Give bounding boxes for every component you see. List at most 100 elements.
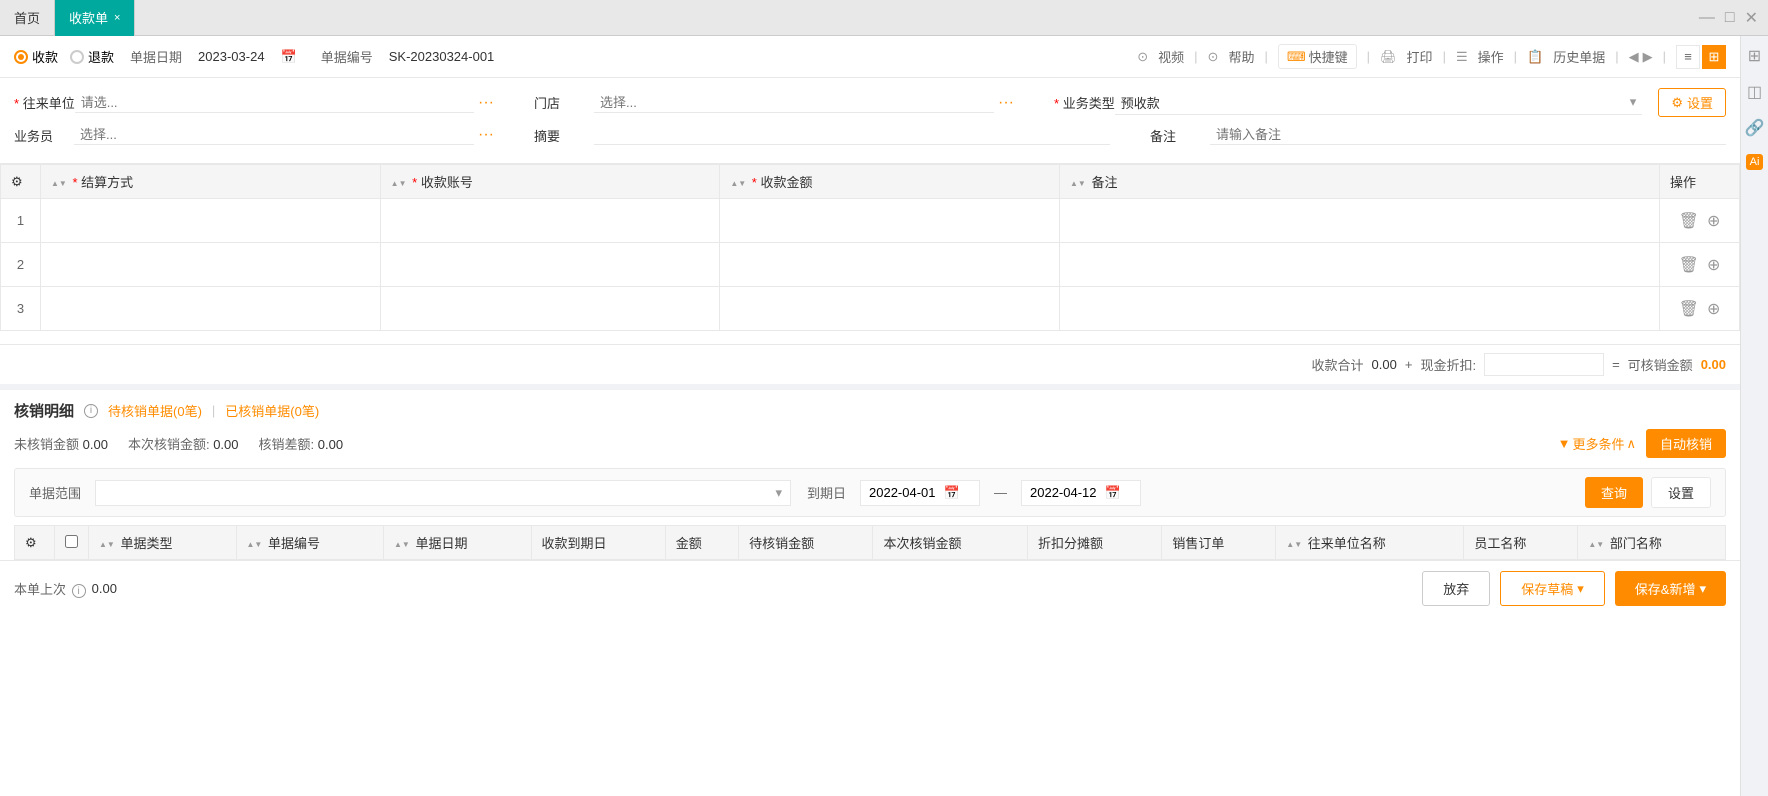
shortcut-btn[interactable]: ⌨ 快捷键 [1278,44,1357,69]
settings-label: 设置 [1687,93,1713,112]
info-icon[interactable]: i [84,404,98,418]
table-head: ⚙ ▲▼ * 结算方式 ▲▼ * 收款账号 ▲▼ * 收款金额 [1,165,1740,199]
plus-sign: + [1405,357,1413,372]
party-field: * 往来单位 ··· [14,93,494,113]
party-more-btn[interactable]: ··· [478,94,494,112]
bt-gear-header[interactable]: ⚙ [15,526,55,560]
sidebar-ai-icon[interactable]: Ai [1746,154,1764,170]
form-section: * 往来单位 ··· 门店 ··· * 业务类型 预收款 [0,78,1740,164]
sidebar-list-icon[interactable]: ◫ [1747,82,1762,102]
tab-active[interactable]: 收款单 × [55,0,135,36]
col-settle-header: ▲▼ * 结算方式 [41,165,381,199]
biz-type-select[interactable]: 预收款 ▾ [1115,91,1643,115]
settings-button[interactable]: ⚙ 设置 [1658,88,1726,117]
row-1-ops: 🗑 ⊕ [1660,199,1740,243]
tab-separator: | [212,403,215,418]
row-2-account[interactable] [380,243,720,287]
grid-view-btn[interactable]: ⊞ [1702,45,1726,69]
staff-input[interactable] [74,125,474,145]
window-controls: — □ ✕ [1699,8,1768,28]
row-1-remark[interactable] [1060,199,1660,243]
date-from-value: 2022-04-01 [869,485,936,500]
footer: 本单上次 i 0.00 放弃 保存草稿 ▾ 保存&新增 ▾ [0,560,1740,616]
stats-row: 未核销金额 0.00 本次核销金额: 0.00 核销差额: 0.00 ▼ 更多条… [14,429,1726,458]
remark-input[interactable] [1210,125,1726,145]
prev-page-icon[interactable]: ◀ [1629,49,1639,65]
row-1-delete-icon[interactable]: 🗑 [1679,211,1699,231]
row-3-account[interactable] [380,287,720,331]
save-draft-btn[interactable]: 保存草稿 ▾ [1500,571,1605,606]
radio-tuikuan-circle [70,50,84,64]
radio-shoukuan[interactable]: 收款 [14,47,58,66]
row-2-delete-icon[interactable]: 🗑 [1679,255,1699,275]
row-2-copy-icon[interactable]: ⊕ [1707,255,1720,275]
sidebar-link-icon[interactable]: 🔗 [1745,118,1765,138]
bt-checkbox-header[interactable] [55,526,89,560]
summary-input[interactable] [594,125,1110,145]
section-title: 核销明细 [14,400,74,421]
range-select[interactable]: ▾ [95,480,791,506]
row-3-amount[interactable] [720,287,1060,331]
row-3-settle[interactable] [41,287,381,331]
video-btn[interactable]: 视频 [1158,47,1184,66]
query-btn[interactable]: 查询 [1585,477,1643,508]
row-2-remark[interactable] [1060,243,1660,287]
help-btn[interactable]: 帮助 [1228,47,1254,66]
row-3-delete-icon[interactable]: 🗑 [1679,299,1699,319]
tab-close-icon[interactable]: × [114,12,120,24]
auto-writeoff-btn[interactable]: 自动核销 [1646,429,1726,458]
row-3-remark[interactable] [1060,287,1660,331]
date-to-input[interactable]: 2022-04-12 📅 [1021,480,1141,506]
tab-home-label: 首页 [14,8,40,27]
filter-settings-btn[interactable]: 设置 [1651,477,1711,508]
row-2-amount[interactable] [720,243,1060,287]
biz-type-field: * 业务类型 预收款 ▾ [1054,91,1642,115]
equals-sign: = [1612,357,1620,372]
table-gear-header[interactable]: ⚙ [1,165,41,199]
select-all-checkbox[interactable] [65,535,78,548]
info-circle[interactable]: i [72,584,86,598]
row-2-settle[interactable] [41,243,381,287]
operation-btn[interactable]: 操作 [1478,47,1504,66]
abandon-btn[interactable]: 放弃 [1422,571,1490,606]
filter-actions: 查询 设置 [1585,477,1711,508]
radio-tuikuan-label: 退款 [88,47,114,66]
summary-field: 摘要 [534,125,1110,145]
radio-tuikuan[interactable]: 退款 [70,47,114,66]
col-ops-header: 操作 [1660,165,1740,199]
maximize-icon[interactable]: □ [1725,9,1735,27]
pending-tab[interactable]: 待核销单据(0笔) [108,401,202,420]
row-3-copy-icon[interactable]: ⊕ [1707,299,1720,319]
help-icon: ⊙ [1208,49,1219,65]
save-new-btn[interactable]: 保存&新增 ▾ [1615,571,1726,606]
calendar-icon[interactable]: 📅 [281,49,297,65]
minimize-icon[interactable]: — [1699,9,1715,27]
save-draft-arrow[interactable]: ▾ [1577,581,1584,597]
staff-more-btn[interactable]: ··· [478,126,494,144]
col-account-header: ▲▼ * 收款账号 [380,165,720,199]
date-from-input[interactable]: 2022-04-01 📅 [860,480,980,506]
tab-active-label: 收款单 [69,8,108,27]
row-1-settle[interactable] [41,199,381,243]
party-input[interactable] [75,93,474,113]
store-input[interactable] [594,93,994,113]
due-date-field: 到期日 2022-04-01 📅 — 2022-04-12 📅 [807,480,1569,506]
row-1-copy-icon[interactable]: ⊕ [1707,211,1720,231]
row-num-3: 3 [1,287,41,331]
discount-input[interactable] [1484,353,1604,376]
print-btn[interactable]: 打印 [1407,47,1433,66]
ops-icon: ☰ [1456,49,1468,65]
history-btn[interactable]: 历史单据 [1553,47,1605,66]
store-more-btn[interactable]: ··· [998,94,1014,112]
next-page-icon[interactable]: ▶ [1643,49,1653,65]
date-range-dash: — [994,485,1007,500]
more-filter-btn[interactable]: ▼ 更多条件 ∧ [1558,434,1636,453]
row-1-account[interactable] [380,199,720,243]
save-new-arrow[interactable]: ▾ [1699,581,1706,597]
list-view-btn[interactable]: ≡ [1676,45,1700,69]
tab-home[interactable]: 首页 [0,0,55,36]
done-tab[interactable]: 已核销单据(0笔) [225,401,319,420]
row-1-amount[interactable] [720,199,1060,243]
close-icon[interactable]: ✕ [1745,8,1758,28]
sidebar-table-icon[interactable]: ⊞ [1748,46,1761,66]
